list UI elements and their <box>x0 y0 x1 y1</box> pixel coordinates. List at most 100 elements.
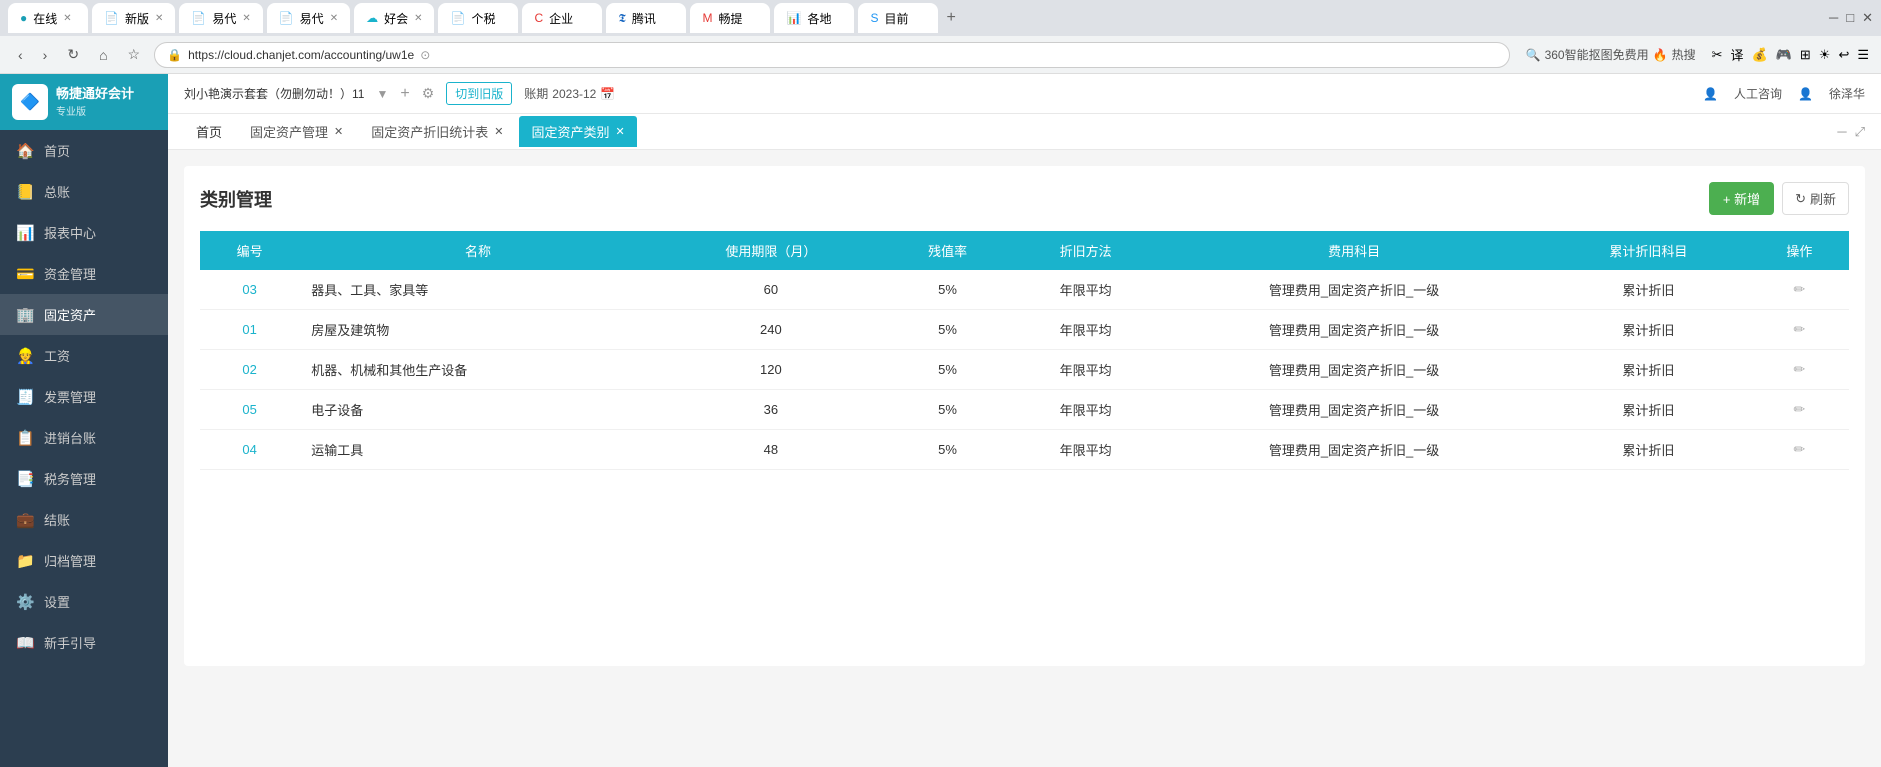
search-area[interactable]: 🔍 360智能抠图免费用 🔥 热搜 <box>1526 46 1696 63</box>
cell-expense: 管理费用_固定资产折旧_一级 <box>1161 310 1547 350</box>
cell-action[interactable]: ✏ <box>1750 430 1849 470</box>
tab-asset-management[interactable]: 固定资产管理 ✕ <box>238 116 355 147</box>
table-header: 编号 名称 使用期限（月） 残值率 折旧方法 费用科目 累计折旧科目 操作 <box>200 231 1849 270</box>
sidebar-item-tax[interactable]: 📑 税务管理 <box>0 458 168 499</box>
tab-yidai2[interactable]: 📄 易代 ✕ <box>267 3 350 33</box>
cell-action[interactable]: ✏ <box>1750 390 1849 430</box>
top-bar-right: 👤 人工咨询 👤 徐泽华 <box>1703 85 1865 102</box>
edit-icon[interactable]: ✏ <box>1793 281 1805 297</box>
sidebar-item-guide[interactable]: 📖 新手引导 <box>0 622 168 663</box>
add-button[interactable]: + 新增 <box>1709 182 1774 215</box>
tab-close-icon[interactable]: ✕ <box>334 125 343 138</box>
cell-action[interactable]: ✏ <box>1750 270 1849 310</box>
address-bar: ‹ › ↻ ⌂ ☆ 🔒 https://cloud.chanjet.com/ac… <box>0 36 1881 74</box>
translate-icon[interactable]: 译 <box>1730 45 1743 64</box>
refresh-button[interactable]: ↻ 刷新 <box>1782 182 1849 215</box>
sidebar-item-purchases[interactable]: 📋 进销台账 <box>0 417 168 458</box>
url-box[interactable]: 🔒 https://cloud.chanjet.com/accounting/u… <box>154 42 1510 68</box>
tab-muqian[interactable]: S 目前 <box>858 3 938 33</box>
edit-icon[interactable]: ✏ <box>1793 401 1805 417</box>
tab-xinban[interactable]: 📄 新版 ✕ <box>92 3 175 33</box>
dropdown-icon[interactable]: ▼ <box>376 87 388 101</box>
settings-gear-icon[interactable]: ⚙ <box>422 85 435 102</box>
bookmark-button[interactable]: ☆ <box>122 44 147 65</box>
sidebar-item-settings[interactable]: ⚙️ 设置 <box>0 581 168 622</box>
cell-period: 36 <box>657 390 885 430</box>
menu-icon[interactable]: ☰ <box>1857 47 1869 63</box>
close-icon[interactable]: ✕ <box>63 13 71 24</box>
close-icon[interactable]: ✕ <box>414 13 422 24</box>
tab-qiye[interactable]: C 企业 <box>522 3 602 33</box>
maximize-icon[interactable]: □ <box>1846 10 1854 26</box>
cell-code[interactable]: 02 <box>200 350 299 390</box>
grid-icon[interactable]: ⊞ <box>1800 47 1811 63</box>
tab-zaixin[interactable]: ● 在线 ✕ <box>8 3 88 33</box>
tab-close-icon[interactable]: ✕ <box>616 125 625 138</box>
tab-haohui[interactable]: ☁ 好会 ✕ <box>354 3 434 33</box>
calendar-icon[interactable]: 📅 <box>600 87 615 101</box>
refresh-button[interactable]: ↻ <box>61 44 85 65</box>
cell-code[interactable]: 03 <box>200 270 299 310</box>
plus-icon[interactable]: + <box>400 85 409 103</box>
cell-expense: 管理费用_固定资产折旧_一级 <box>1161 350 1547 390</box>
tab-tengxun[interactable]: 𝕿 腾讯 <box>606 3 686 33</box>
edit-icon[interactable]: ✏ <box>1793 361 1805 377</box>
logo-symbol: 🔷 <box>20 92 40 112</box>
sidebar-label-assets: 固定资产 <box>44 305 96 324</box>
sidebar-item-reports[interactable]: 📊 报表中心 <box>0 212 168 253</box>
minimize-tab-icon[interactable]: ─ <box>1837 124 1846 140</box>
cell-rate: 5% <box>885 270 1010 310</box>
cell-code[interactable]: 05 <box>200 390 299 430</box>
invoice-icon: 🧾 <box>16 388 34 406</box>
sidebar-label-guide: 新手引导 <box>44 633 96 652</box>
back-button[interactable]: ‹ <box>12 45 29 65</box>
tab-close-icon[interactable]: ✕ <box>494 125 503 138</box>
undo-icon[interactable]: ↩ <box>1838 47 1849 63</box>
tab-home[interactable]: 首页 <box>184 116 234 147</box>
cell-code[interactable]: 01 <box>200 310 299 350</box>
home-button[interactable]: ⌂ <box>93 45 113 65</box>
tab-yidai1[interactable]: 📄 易代 ✕ <box>179 3 262 33</box>
cell-period: 240 <box>657 310 885 350</box>
table-body: 03 器具、工具、家具等 60 5% 年限平均 管理费用_固定资产折旧_一级 累… <box>200 270 1849 470</box>
close-icon[interactable]: ✕ <box>242 13 250 24</box>
tab-changte[interactable]: M 畅提 <box>690 3 770 33</box>
close-icon[interactable]: ✕ <box>330 13 338 24</box>
close-window-icon[interactable]: ✕ <box>1862 10 1873 26</box>
expand-tab-icon[interactable]: ⤢ <box>1855 124 1865 140</box>
tab-depreciation-table[interactable]: 固定资产折旧统计表 ✕ <box>359 116 515 147</box>
edit-icon[interactable]: ✏ <box>1793 321 1805 337</box>
period-value: 2023-12 <box>552 87 596 101</box>
sidebar-label-payroll: 工资 <box>44 346 70 365</box>
new-tab-button[interactable]: + <box>942 9 959 27</box>
cell-code[interactable]: 04 <box>200 430 299 470</box>
sidebar-item-payroll[interactable]: 👷 工资 <box>0 335 168 376</box>
cell-accumulate: 累计折旧 <box>1547 390 1750 430</box>
cell-action[interactable]: ✏ <box>1750 310 1849 350</box>
sidebar-item-ledger[interactable]: 📒 总账 <box>0 171 168 212</box>
col-action: 操作 <box>1750 231 1849 270</box>
wallet-icon[interactable]: 💰 <box>1752 47 1768 63</box>
sidebar-item-archive[interactable]: 📁 归档管理 <box>0 540 168 581</box>
sidebar-item-home[interactable]: 🏠 首页 <box>0 130 168 171</box>
sidebar-item-closing[interactable]: 💼 结账 <box>0 499 168 540</box>
tab-gedi[interactable]: 📊 各地 <box>774 3 854 33</box>
reports-icon: 📊 <box>16 224 34 242</box>
game-icon[interactable]: 🎮 <box>1776 47 1792 63</box>
consultant-label[interactable]: 人工咨询 <box>1734 85 1782 102</box>
purchases-icon: 📋 <box>16 429 34 447</box>
brightness-icon[interactable]: ☀ <box>1819 47 1831 63</box>
sidebar: 🔷 畅捷通好会计 专业版 🏠 首页 📒 总账 📊 报表中心 💳 资金管理 🏢 固… <box>0 74 168 767</box>
tab-geshui[interactable]: 📄 个税 <box>438 3 518 33</box>
cell-action[interactable]: ✏ <box>1750 350 1849 390</box>
tab-asset-category[interactable]: 固定资产类别 ✕ <box>519 116 636 147</box>
sidebar-item-assets[interactable]: 🏢 固定资产 <box>0 294 168 335</box>
close-icon[interactable]: ✕ <box>155 13 163 24</box>
edit-icon[interactable]: ✏ <box>1793 441 1805 457</box>
scissors-icon[interactable]: ✂ <box>1712 47 1723 63</box>
minimize-icon[interactable]: ─ <box>1829 10 1838 26</box>
forward-button[interactable]: › <box>37 45 54 65</box>
switch-to-old-button[interactable]: 切到旧版 <box>446 82 512 105</box>
sidebar-item-funds[interactable]: 💳 资金管理 <box>0 253 168 294</box>
sidebar-item-invoice[interactable]: 🧾 发票管理 <box>0 376 168 417</box>
